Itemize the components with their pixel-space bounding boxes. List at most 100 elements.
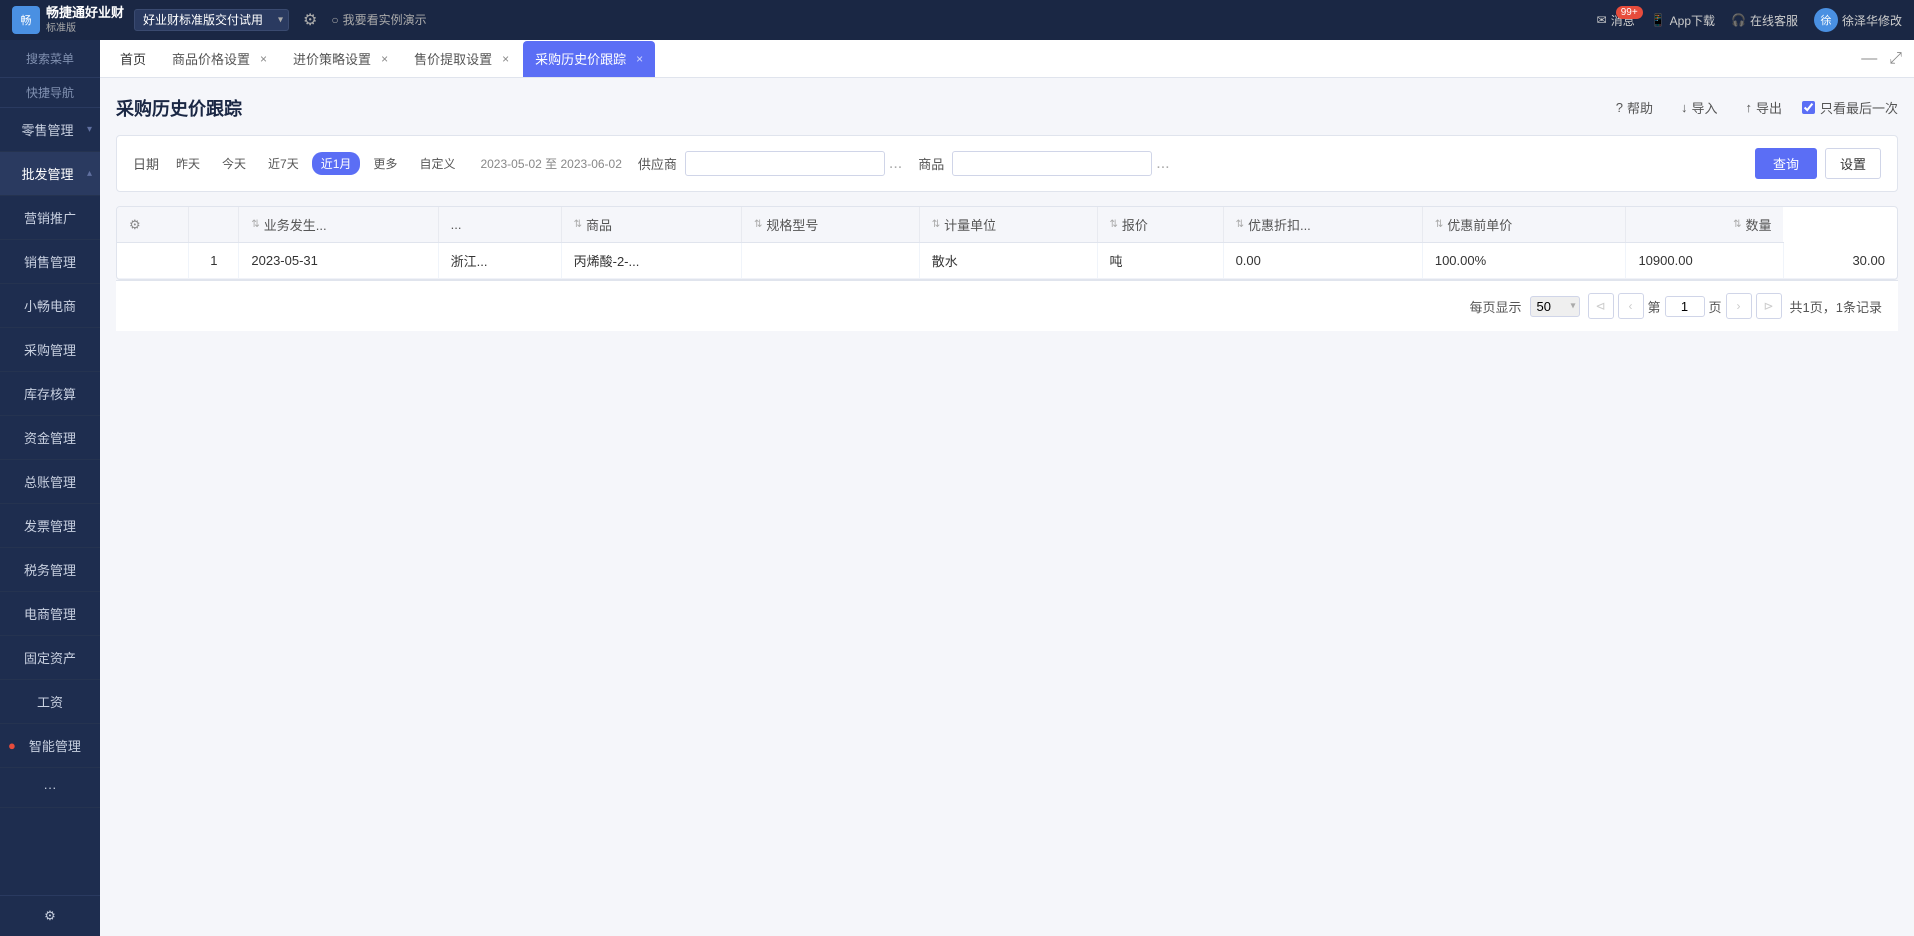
next-page-button[interactable]: › (1726, 293, 1752, 319)
minimize-button[interactable]: — (1857, 48, 1881, 70)
page-number-input[interactable] (1665, 296, 1705, 317)
sidebar-item-ecommerce-small[interactable]: 小畅电商 (0, 284, 100, 328)
col-quote[interactable]: ⇅ 报价 (1097, 207, 1223, 243)
date-btn-7days[interactable]: 近7天 (259, 152, 308, 175)
page-header: 采购历史价跟踪 ? 帮助 ↓ 导入 ↑ 导出 (116, 94, 1898, 121)
export-button[interactable]: ↑ 导出 (1737, 94, 1790, 121)
supplier-dots[interactable]: ... (889, 155, 902, 173)
sidebar-item-wholesale[interactable]: 批发管理 ▴ (0, 152, 100, 196)
tab-purchase-history[interactable]: 采购历史价跟踪 × (523, 41, 655, 77)
sidebar-item-payroll[interactable]: 工资 (0, 680, 100, 724)
only-last-checkbox[interactable] (1802, 101, 1815, 114)
date-btn-1month[interactable]: 近1月 (312, 152, 361, 175)
tab-end: — ⤢ (1857, 48, 1906, 70)
cell-index: 1 (189, 243, 239, 279)
goods-input[interactable] (952, 151, 1152, 176)
user-menu-button[interactable]: 徐 徐泽华修改 (1814, 8, 1902, 32)
first-page-button[interactable]: ⊲ (1588, 293, 1614, 319)
sort-icon: ⇅ (754, 219, 762, 230)
cell-spec (742, 243, 920, 279)
goods-filter: 商品 ... (918, 151, 1169, 176)
col-discount[interactable]: ⇅ 优惠折扣... (1223, 207, 1422, 243)
tab-sale-price[interactable]: 售价提取设置 × (402, 41, 521, 77)
query-button[interactable]: 查询 (1755, 148, 1817, 179)
sidebar-item-tax[interactable]: 税务管理 (0, 548, 100, 592)
message-button[interactable]: ✉ 消息 99+ (1597, 12, 1635, 29)
tab-purchase-strategy[interactable]: 进价策略设置 × (281, 41, 400, 77)
gear-icon[interactable]: ⚙ (129, 217, 141, 232)
sidebar-item-smart[interactable]: ● 智能管理 (0, 724, 100, 768)
col-date[interactable]: ⇅ 业务发生... (239, 207, 438, 243)
topbar-settings-button[interactable]: ⚙ (299, 8, 321, 32)
close-icon[interactable]: × (260, 52, 267, 66)
content-area: 采购历史价跟踪 ? 帮助 ↓ 导入 ↑ 导出 (100, 78, 1914, 936)
import-button[interactable]: ↓ 导入 (1673, 94, 1726, 121)
col-dots[interactable]: ... (438, 207, 561, 243)
cell-price-unit: 吨 (1097, 243, 1223, 279)
sidebar-settings-button[interactable]: ⚙ (0, 895, 100, 936)
filter-bar: 日期 昨天 今天 近7天 近1月 更多 自定义 2023-05-02 至 202… (116, 135, 1898, 192)
sidebar-item-inventory[interactable]: 库存核算 (0, 372, 100, 416)
chevron-up-icon: ▴ (87, 168, 92, 179)
sort-icon: ⇅ (1733, 219, 1741, 230)
col-spec[interactable]: ⇅ 规格型号 (742, 207, 920, 243)
page-total: 共1页，1条记录 (1790, 297, 1882, 316)
import-icon: ↓ (1681, 100, 1688, 115)
date-filter: 日期 昨天 今天 近7天 近1月 更多 自定义 2023-05-02 至 202… (133, 152, 622, 175)
export-icon: ↑ (1745, 100, 1752, 115)
col-index (189, 207, 239, 243)
col-gear[interactable]: ⚙ (117, 207, 189, 243)
cell-unit: 散水 (919, 243, 1097, 279)
sidebar-item-ledger[interactable]: 总账管理 (0, 460, 100, 504)
topbar-right: ✉ 消息 99+ 📱 App下载 🎧 在线客服 徐 徐泽华修改 (1597, 8, 1902, 32)
sidebar-item-sales[interactable]: 销售管理 (0, 240, 100, 284)
page-size-wrap[interactable]: 50 100 200 (1530, 296, 1580, 317)
date-btn-more[interactable]: 更多 (364, 152, 406, 175)
sidebar-item-ecommerce[interactable]: 电商管理 (0, 592, 100, 636)
table-header: ⚙ ⇅ 业务发生... ... (117, 207, 1897, 243)
prev-page-button[interactable]: ‹ (1618, 293, 1644, 319)
sidebar-item-more[interactable]: ··· (0, 768, 100, 808)
col-quantity[interactable]: ⇅ 数量 (1626, 207, 1784, 243)
sidebar-item-retail[interactable]: 零售管理 ▾ (0, 108, 100, 152)
col-orig-price[interactable]: ⇅ 优惠前单价 (1422, 207, 1626, 243)
sidebar-quick-nav[interactable]: 快捷导航 (0, 78, 100, 108)
cell-discount: 100.00% (1422, 243, 1626, 279)
close-icon[interactable]: × (502, 52, 509, 66)
tab-goods-price[interactable]: 商品价格设置 × (160, 41, 279, 77)
goods-dots[interactable]: ... (1156, 155, 1169, 173)
maximize-button[interactable]: ⤢ (1885, 48, 1906, 70)
date-btn-yesterday[interactable]: 昨天 (167, 152, 209, 175)
sidebar-item-invoice[interactable]: 发票管理 (0, 504, 100, 548)
page-actions: ? 帮助 ↓ 导入 ↑ 导出 只看最后一次 (1608, 94, 1898, 121)
close-icon[interactable]: × (381, 52, 388, 66)
tab-home[interactable]: 首页 (108, 41, 158, 77)
sidebar-item-finance[interactable]: 资金管理 (0, 416, 100, 460)
sidebar-item-marketing[interactable]: 营销推广 (0, 196, 100, 240)
col-goods[interactable]: ⇅ 商品 (561, 207, 741, 243)
filter-settings-button[interactable]: 设置 (1825, 148, 1881, 179)
table-row[interactable]: 1 2023-05-31 浙江... 丙烯酸-2-... 散水 吨 0.00 1… (117, 243, 1897, 279)
close-icon[interactable]: × (636, 52, 643, 66)
sidebar-item-assets[interactable]: 固定资产 (0, 636, 100, 680)
supplier-input[interactable] (685, 151, 885, 176)
app-download-button[interactable]: 📱 App下载 (1651, 12, 1715, 29)
date-btn-custom[interactable]: 自定义 (410, 152, 464, 175)
help-button[interactable]: ? 帮助 (1608, 94, 1661, 121)
data-table: ⚙ ⇅ 业务发生... ... (117, 207, 1897, 279)
version-select-wrap[interactable]: 好业财标准版交付试用 (134, 9, 289, 31)
version-select[interactable]: 好业财标准版交付试用 (134, 9, 289, 31)
col-unit[interactable]: ⇅ 计量单位 (919, 207, 1097, 243)
logo-icon: 畅 (12, 6, 40, 34)
sidebar-search[interactable]: 搜索菜单 (0, 40, 100, 78)
demo-link[interactable]: ○ 我要看实例演示 (331, 11, 426, 28)
last-page-button[interactable]: ⊳ (1756, 293, 1782, 319)
only-last-checkbox-label[interactable]: 只看最后一次 (1802, 98, 1898, 117)
online-service-button[interactable]: 🎧 在线客服 (1731, 12, 1798, 29)
page-size-select[interactable]: 50 100 200 (1530, 296, 1580, 317)
date-btn-today[interactable]: 今天 (213, 152, 255, 175)
sidebar-item-purchase[interactable]: 采购管理 (0, 328, 100, 372)
phone-icon: 📱 (1651, 13, 1666, 27)
app-logo: 畅 畅捷通好业财 标准版 (12, 5, 124, 35)
page-nav: ⊲ ‹ 第 页 › ⊳ (1588, 293, 1782, 319)
